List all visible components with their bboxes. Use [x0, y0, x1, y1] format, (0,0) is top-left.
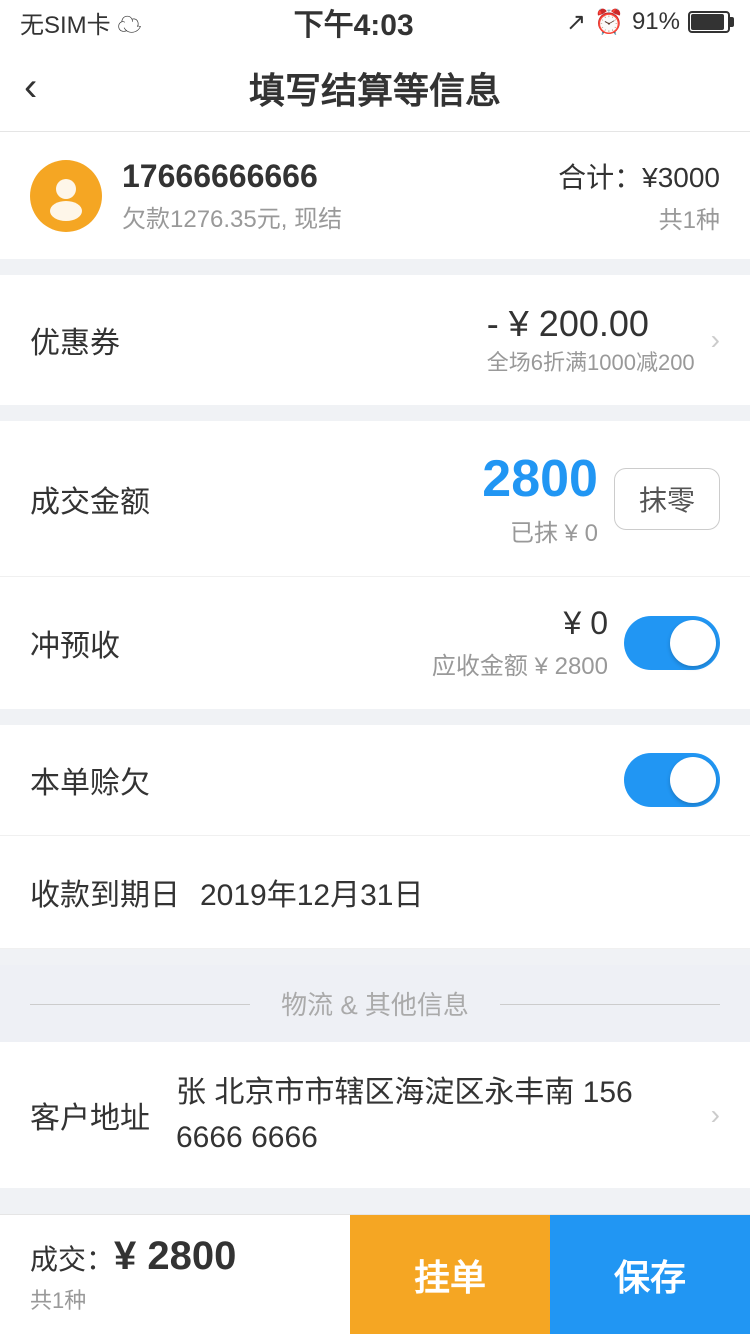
prepay-label: 冲预收 — [30, 621, 120, 665]
signal-text: 无SIM卡 ☁ — [20, 5, 141, 40]
hang-button[interactable]: 挂单 — [350, 1215, 550, 1334]
coupon-desc: 全场6折满1000减200 — [487, 345, 695, 377]
deal-right: 2800 已抹 ¥ 0 抹零 — [482, 449, 720, 548]
address-chevron-icon: › — [711, 1099, 720, 1131]
total-amount: ¥3000 — [642, 162, 720, 193]
prepay-right: ¥ 0 应收金额 ¥ 2800 — [432, 605, 720, 681]
save-button[interactable]: 保存 — [550, 1215, 750, 1334]
divider-section: 物流 & 其他信息 — [0, 965, 750, 1042]
customer-phone: 17666666666 — [122, 158, 342, 195]
prepay-toggle-knob — [670, 620, 716, 666]
deal-amount-col: 2800 已抹 ¥ 0 — [482, 449, 598, 548]
avatar — [30, 160, 102, 232]
battery-icon — [688, 11, 730, 33]
due-date-row: 收款到期日 2019年12月31日 — [0, 836, 750, 949]
nav-bar: ‹ 填写结算等信息 — [0, 44, 750, 132]
prepay-amount-col: ¥ 0 应收金额 ¥ 2800 — [432, 605, 608, 681]
total-label-amount: 合计：¥3000 — [558, 156, 720, 196]
credit-section: 本单赊欠 收款到期日 2019年12月31日 — [0, 725, 750, 949]
divider-text: 物流 & 其他信息 — [281, 990, 469, 1020]
status-bar: 无SIM卡 ☁ 下午4:03 ↗ ⏰ 91% — [0, 0, 750, 44]
customer-left: 17666666666 欠款1276.35元, 现结 — [30, 158, 342, 234]
credit-toggle-knob — [670, 757, 716, 803]
round-zero-button[interactable]: 抹零 — [614, 468, 720, 530]
coupon-amount: - ¥ 200.00 — [487, 303, 695, 345]
back-button[interactable]: ‹ — [24, 65, 37, 110]
total-count: 共1种 — [558, 200, 720, 235]
coupon-chevron-icon: › — [711, 324, 720, 356]
content: 17666666666 欠款1276.35元, 现结 合计：¥3000 共1种 … — [0, 132, 750, 1318]
coupon-info: - ¥ 200.00 全场6折满1000减200 — [487, 303, 695, 377]
bottom-summary: 成交：¥ 2800 共1种 — [0, 1234, 350, 1315]
bottom-count: 共1种 — [30, 1283, 320, 1315]
bottom-deal-amount: ¥ 2800 — [114, 1234, 236, 1278]
status-bar-left: 无SIM卡 ☁ — [20, 5, 141, 40]
page-title: 填写结算等信息 — [249, 62, 501, 114]
credit-right — [624, 753, 720, 807]
coupon-row[interactable]: 优惠券 - ¥ 200.00 全场6折满1000减200 › — [0, 275, 750, 405]
alarm-icon: ⏰ — [594, 8, 624, 37]
prepay-row: 冲预收 ¥ 0 应收金额 ¥ 2800 — [0, 577, 750, 709]
status-bar-time: 下午4:03 — [294, 0, 414, 44]
deal-amount: 2800 — [482, 449, 598, 509]
location-icon: ↗ — [566, 8, 586, 37]
deal-label: 成交金额 — [30, 477, 150, 521]
bottom-bar: 成交：¥ 2800 共1种 挂单 保存 — [0, 1214, 750, 1334]
bottom-deal-label: 成交：¥ 2800 — [30, 1234, 320, 1279]
battery-percent: 91% — [632, 8, 680, 36]
customer-right: 合计：¥3000 共1种 — [558, 156, 720, 235]
address-row[interactable]: 客户地址 张 北京市市辖区海淀区永丰南 156 6666 6666 › — [0, 1042, 750, 1188]
prepay-desc: 应收金额 ¥ 2800 — [432, 646, 608, 681]
address-value: 张 北京市市辖区海淀区永丰南 156 6666 6666 — [176, 1070, 689, 1160]
deal-section: 成交金额 2800 已抹 ¥ 0 抹零 冲预收 ¥ 0 应收金额 ¥ 2800 — [0, 421, 750, 709]
credit-label: 本单赊欠 — [30, 758, 150, 802]
status-bar-right: ↗ ⏰ 91% — [566, 8, 730, 37]
bottom-deal-label-text: 成交： — [30, 1244, 114, 1275]
deal-row: 成交金额 2800 已抹 ¥ 0 抹零 — [0, 421, 750, 577]
due-date-label: 收款到期日 — [30, 870, 180, 914]
prepay-toggle[interactable] — [624, 616, 720, 670]
customer-card: 17666666666 欠款1276.35元, 现结 合计：¥3000 共1种 — [0, 132, 750, 259]
address-label: 客户地址 — [30, 1093, 160, 1137]
deal-amount-secondary: 已抹 ¥ 0 — [482, 513, 598, 548]
coupon-label: 优惠券 — [30, 318, 120, 362]
customer-debt: 欠款1276.35元, 现结 — [122, 199, 342, 234]
coupon-right: - ¥ 200.00 全场6折满1000减200 › — [487, 303, 720, 377]
due-date-value: 2019年12月31日 — [200, 870, 423, 914]
credit-toggle[interactable] — [624, 753, 720, 807]
customer-info: 17666666666 欠款1276.35元, 现结 — [122, 158, 342, 234]
prepay-amount: ¥ 0 — [564, 605, 608, 642]
credit-row: 本单赊欠 — [0, 725, 750, 836]
total-label: 合计： — [558, 162, 642, 193]
